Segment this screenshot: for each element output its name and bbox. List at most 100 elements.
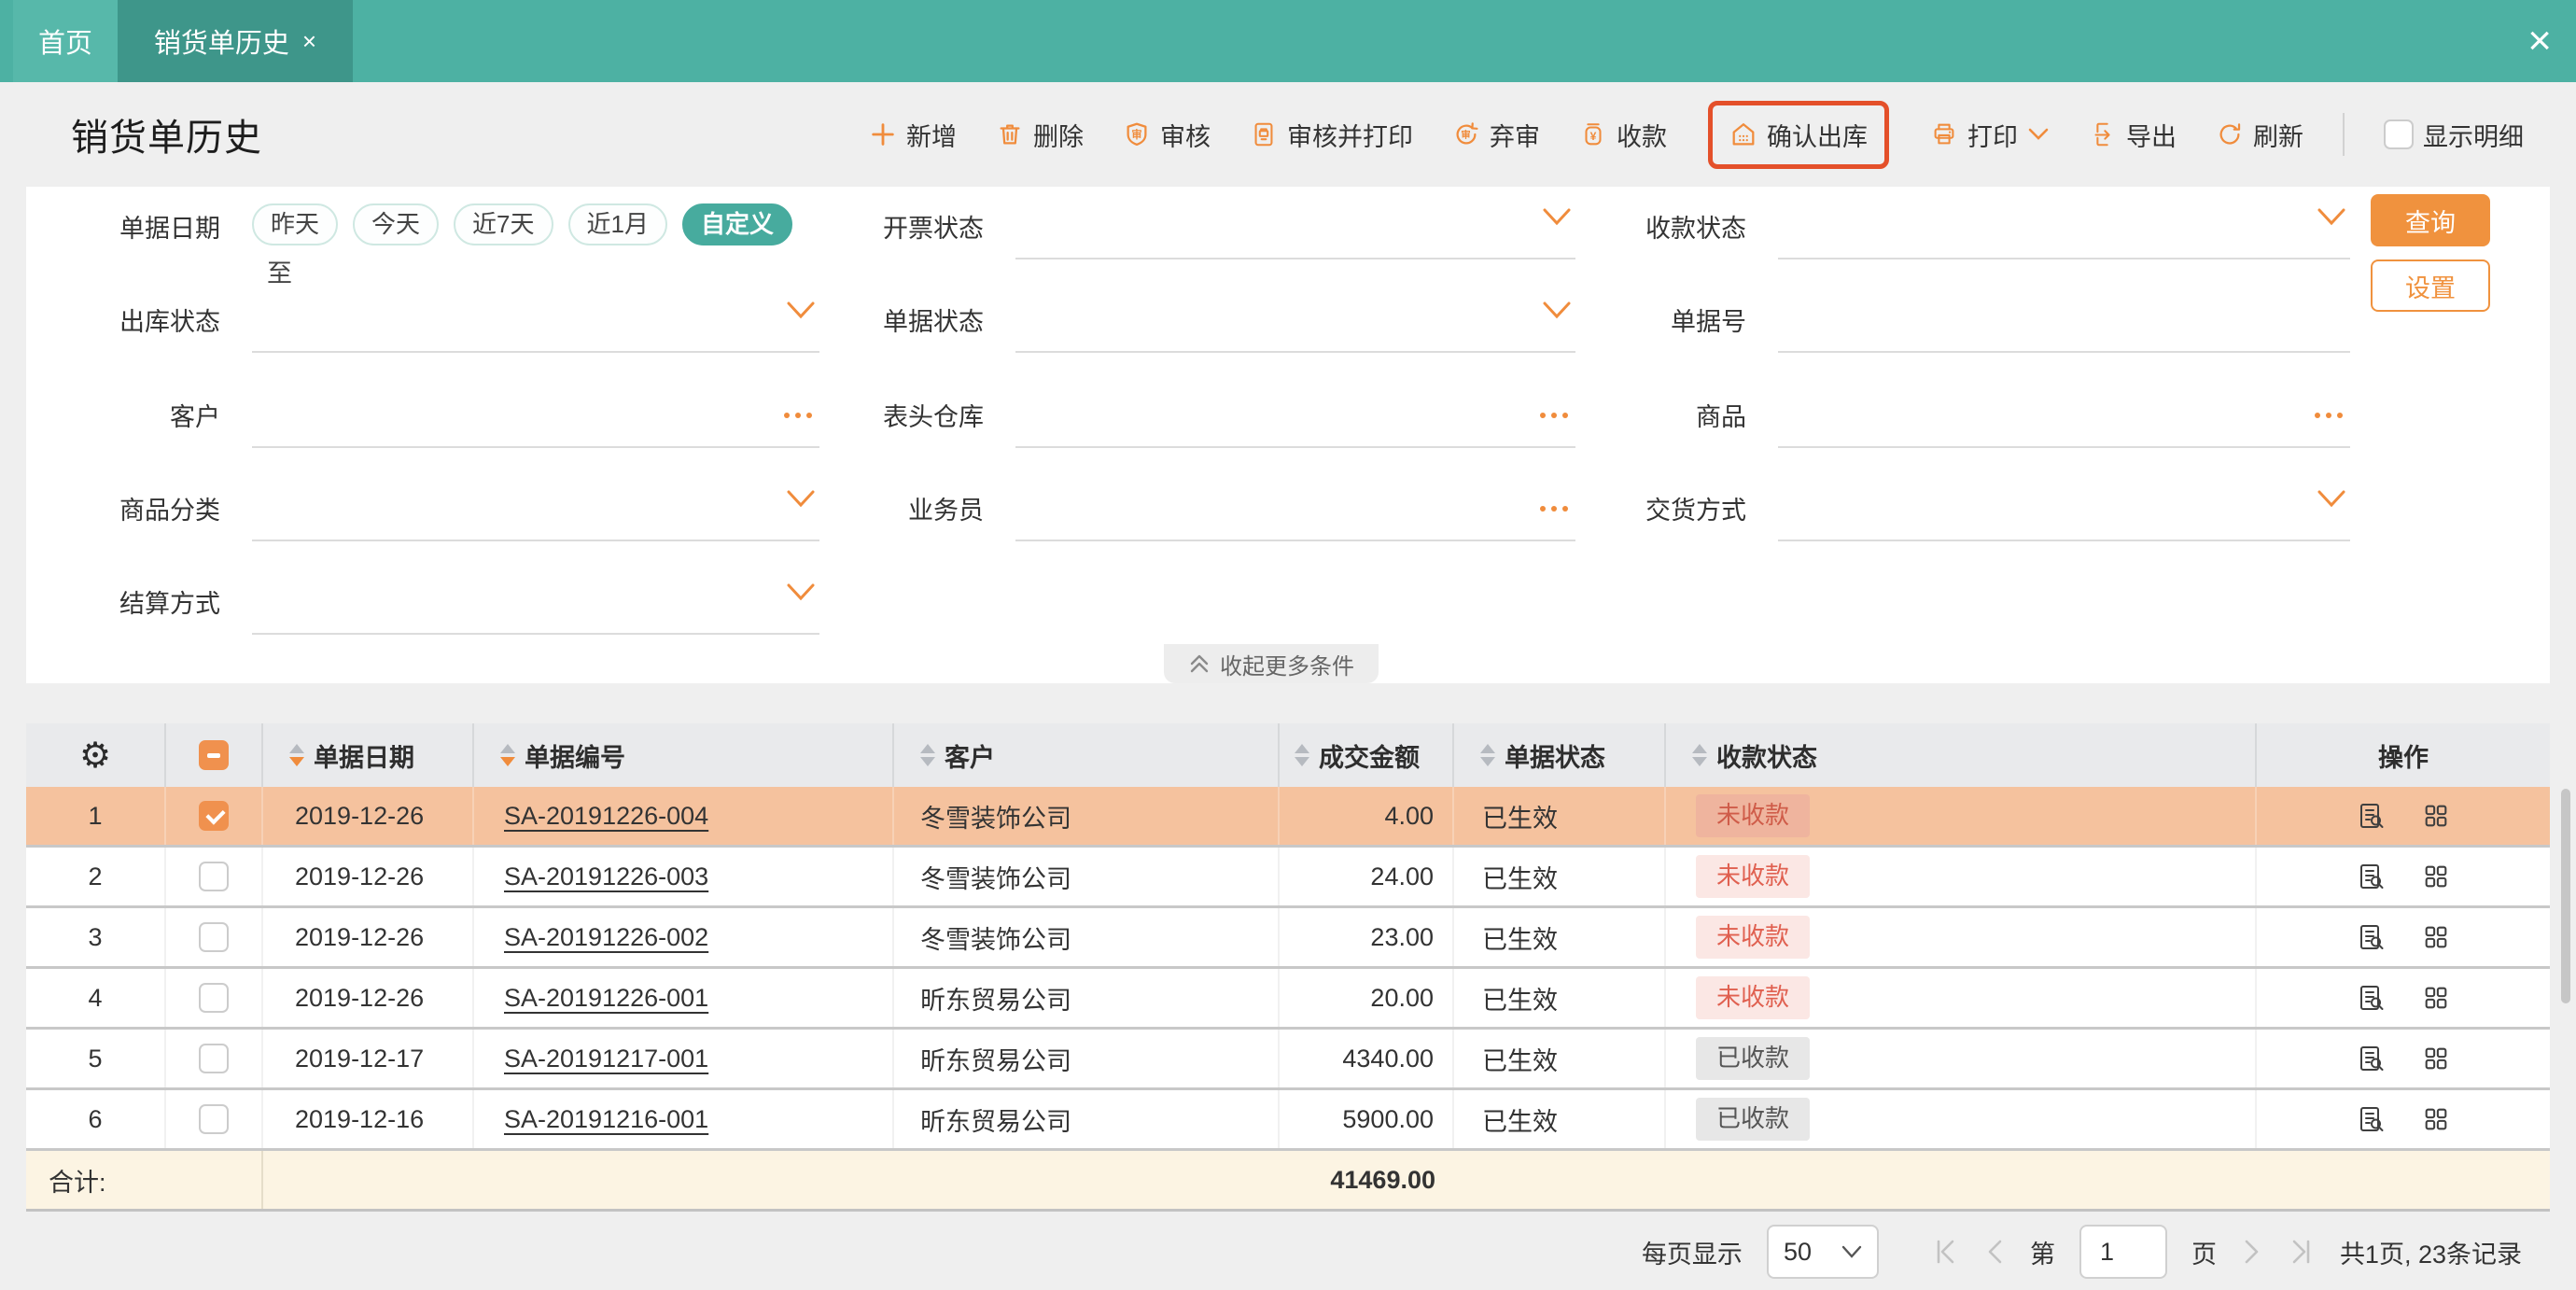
row-index: 4 [26,969,166,1027]
view-detail-icon[interactable] [2357,1044,2387,1073]
confirm-outbound-button[interactable]: 确认出库 [1708,100,1889,169]
table-row[interactable]: 3 2019-12-26 SA-20191226-002 冬雪装饰公司 23.0… [26,908,2550,969]
filter-doc-status-label: 单据状态 [883,308,984,336]
header-doc-code[interactable]: 单据编号 [474,723,894,787]
page-prefix-label: 第 [2029,1240,2055,1269]
row-checkbox[interactable] [199,983,229,1013]
row-checkbox[interactable] [199,801,229,831]
grid-actions-icon[interactable] [2422,1045,2450,1073]
export-button[interactable]: 导出 [2089,117,2177,153]
audit-button[interactable]: 审 审核 [1123,117,1211,153]
filter-payment-status: 收款状态 [1561,202,2350,259]
warehouse-lookup[interactable] [1015,390,1575,448]
row-doc-status: 已生效 [1454,1090,1666,1148]
goods-category-select[interactable] [252,484,819,541]
show-detail-checkbox[interactable] [2384,119,2414,149]
doc-code-link[interactable]: SA-20191226-003 [504,862,708,891]
grid-actions-icon[interactable] [2422,1105,2450,1133]
payment-status-select[interactable] [1778,202,2350,259]
invoice-status-select[interactable] [1015,202,1575,259]
table-row[interactable]: 1 2019-12-26 SA-20191226-004 冬雪装饰公司 4.00… [26,787,2550,848]
header-doc-date[interactable]: 单据日期 [263,723,474,787]
tab-sales-history[interactable]: 销货单历史 × [118,0,353,82]
window-close-icon[interactable]: × [2527,0,2552,82]
doc-code-link[interactable]: SA-20191226-002 [504,923,708,952]
filter-goods-category-label: 商品分类 [119,497,220,525]
view-detail-icon[interactable] [2357,801,2387,831]
view-detail-icon[interactable] [2357,922,2387,952]
sort-icon[interactable] [1692,744,1707,766]
select-all-checkbox[interactable] [199,740,229,770]
pill-today[interactable]: 今天 [353,203,440,246]
first-page-icon[interactable] [1931,1239,1959,1265]
table-row[interactable]: 2 2019-12-26 SA-20191226-003 冬雪装饰公司 24.0… [26,848,2550,908]
header-payment-status[interactable]: 收款状态 [1666,723,2257,787]
grid-actions-icon[interactable] [2422,802,2450,830]
goods-lookup[interactable] [1778,390,2350,448]
doc-status-select[interactable] [1015,295,1575,353]
next-page-icon[interactable] [2241,1239,2263,1265]
column-settings[interactable]: ⚙ [26,723,166,787]
collapse-conditions-button[interactable]: 收起更多条件 [1164,644,1379,683]
tab-home[interactable]: 首页 [13,0,118,82]
prev-page-icon[interactable] [1983,1239,2006,1265]
audit-and-print-button[interactable]: 审核并打印 [1250,117,1413,153]
row-customer: 昕东贸易公司 [894,1030,1280,1087]
tab-close-icon[interactable]: × [302,29,316,53]
row-customer: 冬雪装饰公司 [894,848,1280,905]
print-button[interactable]: 打印 [1930,117,2050,153]
abandon-audit-button[interactable]: 审 弃审 [1452,117,1540,153]
header-doc-code-label: 单据编号 [525,743,625,772]
filter-doc-no: 单据号 [1561,295,2350,353]
grid-actions-icon[interactable] [2422,984,2450,1012]
table-row[interactable]: 6 2019-12-16 SA-20191216-001 昕东贸易公司 5900… [26,1090,2550,1151]
per-page-select[interactable]: 50 [1766,1225,1879,1279]
doc-code-link[interactable]: SA-20191216-001 [504,1105,708,1134]
receive-payment-button[interactable]: ¥ 收款 [1579,117,1667,153]
table-row[interactable]: 4 2019-12-26 SA-20191226-001 昕东贸易公司 20.0… [26,969,2550,1030]
doc-code-link[interactable]: SA-20191217-001 [504,1045,708,1073]
customer-lookup[interactable] [252,390,819,448]
header-customer[interactable]: 客户 [894,723,1280,787]
grid-actions-icon[interactable] [2422,923,2450,951]
last-page-icon[interactable] [2288,1239,2316,1265]
filter-outbound-status-label: 出库状态 [119,308,220,336]
view-detail-icon[interactable] [2357,862,2387,891]
show-detail-toggle[interactable]: 显示明细 [2384,117,2524,153]
header-amount[interactable]: 成交金额 [1280,723,1454,787]
gear-icon[interactable]: ⚙ [79,735,111,776]
sort-icon[interactable] [1480,744,1495,766]
refresh-button[interactable]: 刷新 [2216,117,2303,153]
row-checkbox[interactable] [199,862,229,891]
sort-icon[interactable] [1295,744,1309,766]
doc-code-link[interactable]: SA-20191226-001 [504,984,708,1013]
outbound-status-select[interactable] [252,295,819,353]
delete-button[interactable]: 删除 [996,117,1084,153]
page-number-input[interactable]: 1 [2079,1225,2167,1279]
view-detail-icon[interactable] [2357,1104,2387,1134]
delivery-method-select[interactable] [1778,484,2350,541]
sort-icon[interactable] [289,744,304,766]
select-all-cell[interactable] [166,723,263,787]
query-button[interactable]: 查询 [2371,194,2490,246]
row-checkbox[interactable] [199,1104,229,1134]
row-checkbox[interactable] [199,1044,229,1073]
doc-no-input[interactable] [1778,295,2350,353]
sort-icon[interactable] [920,744,935,766]
row-checkbox[interactable] [199,922,229,952]
salesman-lookup[interactable] [1015,484,1575,541]
pill-yesterday[interactable]: 昨天 [252,203,339,246]
pill-last7days[interactable]: 近7天 [454,203,553,246]
sort-icon[interactable] [500,744,515,766]
table-row[interactable]: 5 2019-12-17 SA-20191217-001 昕东贸易公司 4340… [26,1030,2550,1090]
pill-custom[interactable]: 自定义 [681,203,792,246]
settings-button[interactable]: 设置 [2371,259,2490,312]
view-detail-icon[interactable] [2357,983,2387,1013]
doc-code-link[interactable]: SA-20191226-004 [504,802,708,831]
grid-actions-icon[interactable] [2422,862,2450,890]
settlement-method-select[interactable] [252,577,819,635]
header-doc-status[interactable]: 单据状态 [1454,723,1666,787]
pill-last1month[interactable]: 近1月 [567,203,667,246]
add-button[interactable]: 新增 [869,117,957,153]
vertical-scrollbar[interactable] [2561,789,2570,1003]
